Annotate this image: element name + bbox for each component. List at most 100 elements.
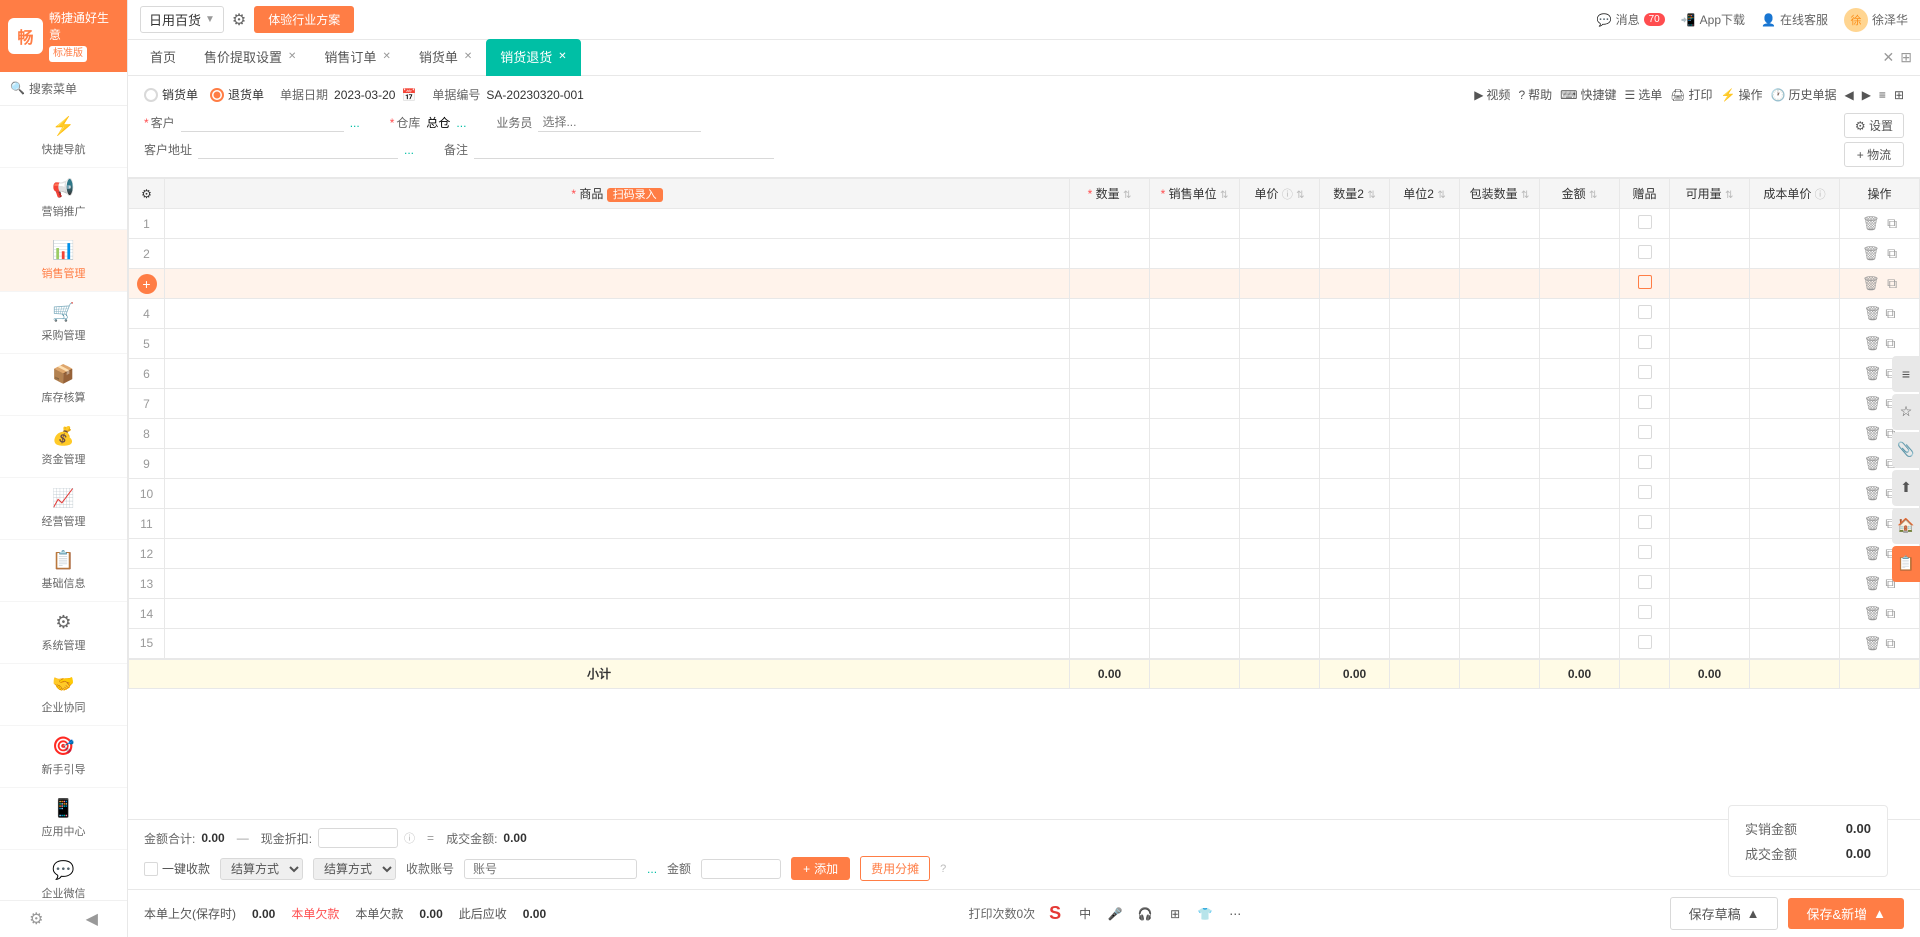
cost-price-cell[interactable] [1750,209,1840,239]
delete-row-icon[interactable]: 🗑 [1864,335,1882,351]
sale-unit-cell[interactable] [1150,269,1240,299]
available-cell[interactable] [1670,359,1750,389]
logistics-side-btn[interactable]: + 物流 [1844,142,1904,167]
gift-checkbox[interactable] [1638,215,1652,229]
remark-input[interactable] [474,140,774,159]
app-logo[interactable]: 畅 畅捷通好生意 标准版 [0,0,127,72]
copy-row-icon[interactable]: ⧉ [1885,335,1895,351]
gift-checkbox[interactable] [1638,335,1652,349]
select-action[interactable]: ☰ 选单 [1624,86,1662,103]
qty-cell[interactable] [1070,569,1150,599]
unit2-sort-icon[interactable]: ⇅ [1437,190,1445,201]
customer-input[interactable] [181,113,344,132]
one-click-collect-checkbox[interactable] [144,862,158,876]
unit2-cell[interactable] [1390,239,1460,269]
pack-qty-cell[interactable] [1460,299,1540,329]
unit-price-cell[interactable] [1240,269,1320,299]
qty2-cell[interactable] [1320,479,1390,509]
copy-row-icon[interactable]: ⧉ [1885,305,1895,321]
qty2-cell[interactable] [1320,569,1390,599]
amount-cell[interactable] [1540,329,1620,359]
gift-checkbox[interactable] [1638,575,1652,589]
discount-info-icon[interactable]: ⓘ [404,830,415,846]
cost-price-cell[interactable] [1750,629,1840,659]
gift-cell[interactable] [1620,389,1670,419]
delete-row-icon[interactable]: 🗑 [1864,605,1882,621]
available-cell[interactable] [1670,539,1750,569]
unit-price-cell[interactable] [1240,599,1320,629]
unit-price-sort-icon[interactable]: ⇅ [1296,190,1304,201]
pack-qty-cell[interactable] [1460,569,1540,599]
available-cell[interactable] [1670,569,1750,599]
delete-row-icon[interactable]: 🗑 [1864,515,1882,531]
delete-row-icon[interactable]: 🗑 [1864,395,1882,411]
amount-cell[interactable] [1540,509,1620,539]
cost-price-cell[interactable] [1750,449,1840,479]
pack-qty-cell[interactable] [1460,539,1540,569]
sale-unit-cell[interactable] [1150,629,1240,659]
sidebar-item-basic-info[interactable]: 📋 基础信息 [0,540,127,602]
account-dots[interactable]: ... [647,862,657,876]
product-cell[interactable] [165,599,1070,629]
scan-input-btn[interactable]: 扫码录入 [607,188,663,202]
cost-price-cell[interactable] [1750,479,1840,509]
th-settings[interactable]: ⚙ [129,179,165,209]
gift-cell[interactable] [1620,419,1670,449]
unit2-cell[interactable] [1390,509,1460,539]
unit-price-cell[interactable] [1240,539,1320,569]
available-cell[interactable] [1670,449,1750,479]
settings-side-btn[interactable]: ⚙ 设置 [1844,113,1904,138]
tab-sale-return-close[interactable]: ✕ [558,51,566,62]
gift-cell[interactable] [1620,569,1670,599]
qty-cell[interactable] [1070,329,1150,359]
s-icon[interactable]: S [1043,902,1067,926]
sidebar-item-guide[interactable]: 🎯 新手引导 [0,726,127,788]
sale-unit-cell[interactable] [1150,239,1240,269]
sale-unit-cell[interactable] [1150,539,1240,569]
product-cell[interactable] [165,299,1070,329]
product-cell[interactable] [165,269,1070,299]
qty2-cell[interactable] [1320,419,1390,449]
sidebar-item-marketing[interactable]: 📢 营销推广 [0,168,127,230]
pack-qty-cell[interactable] [1460,269,1540,299]
available-sort-icon[interactable]: ⇅ [1725,190,1733,201]
product-cell[interactable] [165,209,1070,239]
available-cell[interactable] [1670,629,1750,659]
sidebar-item-quick-nav[interactable]: ⚡ 快捷导航 [0,106,127,168]
pack-qty-cell[interactable] [1460,389,1540,419]
qty2-cell[interactable] [1320,299,1390,329]
gift-cell[interactable] [1620,299,1670,329]
qty-cell[interactable] [1070,509,1150,539]
sale-unit-cell[interactable] [1150,509,1240,539]
product-cell[interactable] [165,629,1070,659]
qty-cell[interactable] [1070,209,1150,239]
gift-checkbox[interactable] [1638,635,1652,649]
tab-home[interactable]: 首页 [136,39,190,76]
collapse-btn[interactable]: ◀ [86,909,98,929]
unit-price-cell[interactable] [1240,209,1320,239]
amount-cell[interactable] [1540,299,1620,329]
float-btn-6[interactable]: 📋 [1892,546,1920,582]
available-cell[interactable] [1670,419,1750,449]
sidebar-item-sales[interactable]: 📊 销售管理 [0,230,127,292]
amount-cell[interactable] [1540,569,1620,599]
qty2-cell[interactable] [1320,389,1390,419]
save-draft-btn[interactable]: 保存草稿 ▲ [1670,897,1779,930]
cost-price-cell[interactable] [1750,509,1840,539]
qty2-cell[interactable] [1320,509,1390,539]
unit2-cell[interactable] [1390,479,1460,509]
customer-dots[interactable]: ... [350,116,360,130]
settlement-method-select[interactable]: 结算方式 [220,858,303,880]
qty2-cell[interactable] [1320,629,1390,659]
pack-qty-cell[interactable] [1460,239,1540,269]
qty2-cell[interactable] [1320,449,1390,479]
date-value[interactable]: 2023-03-20 [334,88,395,102]
tab-sale-price-close[interactable]: ✕ [288,51,296,62]
amount-cell[interactable] [1540,539,1620,569]
cost-price-cell[interactable] [1750,359,1840,389]
expand-tabs-btn[interactable]: ⊞ [1900,49,1912,66]
pack-qty-cell[interactable] [1460,509,1540,539]
product-cell[interactable] [165,569,1070,599]
unit-price-cell[interactable] [1240,329,1320,359]
fenpei-help-icon[interactable]: ? [940,863,946,875]
